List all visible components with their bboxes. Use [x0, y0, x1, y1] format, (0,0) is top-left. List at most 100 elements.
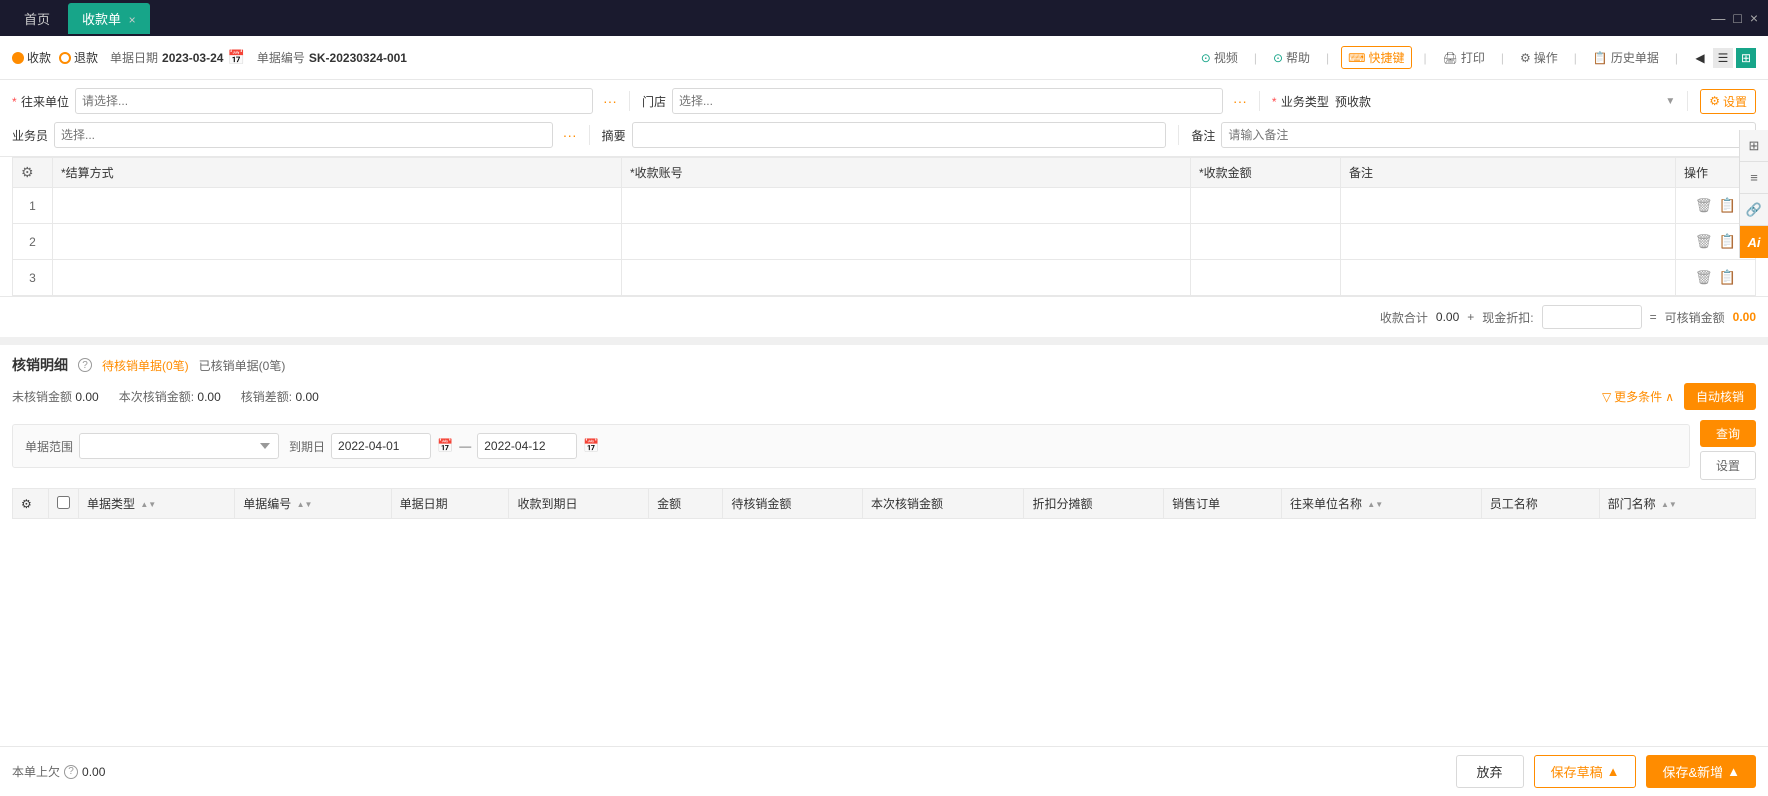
row-account-3[interactable]	[622, 260, 1191, 296]
print-btn[interactable]: 🖨 打印	[1439, 47, 1489, 68]
row-delete-icon-3[interactable]: 🗑	[1695, 269, 1713, 286]
right-panel-list-icon[interactable]: ≡	[1740, 162, 1768, 194]
bottom-table-container[interactable]: ⚙ 单据类型 ▲▼ 单据编号 ▲▼	[12, 488, 1756, 736]
th-settings[interactable]: ⚙	[13, 158, 53, 188]
salesperson-input[interactable]	[54, 122, 553, 148]
right-panel-ai-icon[interactable]: Ai	[1740, 226, 1768, 258]
footer: 本单上欠 ? 0.00 放弃 保存草稿 ▲ 保存&新增 ▲	[0, 746, 1768, 796]
form-fields: * 往来单位 ··· 门店 ··· * 业务类型 预收款 ▼	[0, 80, 1768, 157]
settings-btn[interactable]: ⚙ 设置	[1700, 89, 1756, 114]
discard-btn[interactable]: 放弃	[1456, 755, 1524, 788]
layout-list-icon[interactable]: ☰	[1713, 48, 1733, 68]
save-draft-btn[interactable]: 保存草稿 ▲	[1534, 755, 1637, 788]
row-account-1[interactable]	[622, 188, 1191, 224]
row-delete-icon-2[interactable]: 🗑	[1695, 233, 1713, 250]
history-icon: 📋	[1593, 51, 1608, 65]
row-payment-method-3[interactable]	[53, 260, 622, 296]
date-end-input[interactable]	[477, 433, 577, 459]
nav-tab-receipt[interactable]: 收款单 ×	[68, 3, 150, 34]
completed-tab[interactable]: 已核销单据(0笔)	[199, 357, 286, 374]
doc-type-sort-icon[interactable]: ▲▼	[140, 501, 156, 509]
refund-radio[interactable]: 退款	[59, 49, 98, 66]
query-btn[interactable]: 查询	[1700, 420, 1756, 447]
more-conditions-btn[interactable]: ▽ 更多条件 ∧	[1602, 388, 1674, 405]
salesperson-more-icon[interactable]: ···	[563, 127, 577, 143]
row-account-2[interactable]	[622, 224, 1191, 260]
range-select[interactable]	[79, 433, 279, 459]
receipt-radio[interactable]: 收款	[12, 49, 51, 66]
doc-number-sort-icon[interactable]: ▲▼	[297, 501, 313, 509]
history-btn[interactable]: 📋 历史单据	[1589, 47, 1663, 68]
row-num-1: 1	[13, 188, 53, 224]
summary-field: 摘要	[602, 122, 1167, 148]
footer-info: 本单上欠 ? 0.00	[12, 763, 105, 780]
pending-tab[interactable]: 待核销单据(0笔)	[102, 357, 189, 374]
row-payment-method-2[interactable]	[53, 224, 622, 260]
end-calendar-icon[interactable]: 📅	[583, 438, 599, 454]
filter-settings-btn[interactable]: 设置	[1700, 451, 1756, 480]
operation-btn[interactable]: ⚙ 操作	[1516, 47, 1562, 68]
dept-sort-icon[interactable]: ▲▼	[1661, 501, 1677, 509]
row-copy-icon-1[interactable]: 📋	[1719, 197, 1736, 214]
table-header-row: ⚙ *结算方式 *收款账号 *收款金额 备注 操作	[13, 158, 1756, 188]
summary-input[interactable]	[632, 122, 1167, 148]
row-action-3: 🗑 📋	[1676, 260, 1756, 296]
bth-doc-number: 单据编号 ▲▼	[235, 489, 391, 519]
row-delete-icon-1[interactable]: 🗑	[1695, 197, 1713, 214]
counterparty-more-icon[interactable]: ···	[603, 93, 617, 109]
store-more-icon[interactable]: ···	[1233, 93, 1247, 109]
row-copy-icon-3[interactable]: 📋	[1719, 269, 1736, 286]
section-info-icon[interactable]: ?	[78, 358, 92, 372]
bth-doc-date: 单据日期	[391, 489, 509, 519]
auto-verify-btn[interactable]: 自动核销	[1684, 383, 1756, 410]
row-copy-icon-2[interactable]: 📋	[1719, 233, 1736, 250]
nav-tab-home[interactable]: 首页	[10, 3, 64, 34]
bth-current-verify: 本次核销金额	[863, 489, 1024, 519]
draft-arrow-icon: ▲	[1607, 764, 1620, 779]
save-new-btn[interactable]: 保存&新增 ▲	[1646, 755, 1756, 788]
table-row: 3 🗑 📋	[13, 260, 1756, 296]
row-amount-2[interactable]	[1191, 224, 1341, 260]
counterparty-input[interactable]	[75, 88, 593, 114]
layout-grid-icon[interactable]: ⊞	[1736, 48, 1756, 68]
row-remark-2[interactable]	[1341, 224, 1676, 260]
toolbar-right: ⊙ 视频 | ⊙ 帮助 | ⌨ 快捷键 | 🖨 打印 | ⚙ 操作	[1197, 46, 1756, 69]
start-calendar-icon[interactable]: 📅	[437, 438, 453, 454]
counterparty-sort-icon[interactable]: ▲▼	[1367, 501, 1383, 509]
bth-sales-order: 销售订单	[1164, 489, 1282, 519]
row-remark-3[interactable]	[1341, 260, 1676, 296]
remark-field: 备注	[1191, 122, 1756, 148]
window-min-btn[interactable]: —	[1711, 10, 1725, 26]
chevron-icon: ∧	[1665, 390, 1674, 404]
th-payment-method: *结算方式	[53, 158, 622, 188]
bth-settings[interactable]: ⚙	[13, 489, 49, 519]
store-input[interactable]	[672, 88, 1223, 114]
row-payment-method-1[interactable]	[53, 188, 622, 224]
window-close-btn[interactable]: ×	[1750, 10, 1758, 26]
number-field: 单据编号 SK-20230324-001	[257, 49, 407, 66]
row-remark-1[interactable]	[1341, 188, 1676, 224]
calendar-icon[interactable]: 📅	[227, 49, 244, 66]
remark-input[interactable]	[1221, 122, 1756, 148]
discount-input[interactable]	[1542, 305, 1642, 329]
row-amount-1[interactable]	[1191, 188, 1341, 224]
right-panel-table-icon[interactable]: ⊞	[1740, 130, 1768, 162]
stats-row: 未核销金额 0.00 本次核销金额: 0.00 核销差额: 0.00 ▽ 更多条…	[12, 383, 1756, 410]
bottom-gear-icon[interactable]: ⚙	[21, 497, 32, 511]
select-all-checkbox[interactable]	[57, 496, 70, 509]
row-amount-3[interactable]	[1191, 260, 1341, 296]
table-gear-icon[interactable]: ⚙	[21, 164, 34, 180]
window-max-btn[interactable]: □	[1733, 10, 1741, 26]
bth-discount: 折扣分摊额	[1024, 489, 1164, 519]
filter-actions: 查询 设置	[1700, 420, 1756, 480]
help-btn[interactable]: ⊙ 帮助	[1269, 47, 1314, 68]
business-type-arrow[interactable]: ▼	[1665, 96, 1675, 107]
right-panel-attachment-icon[interactable]: 🔗	[1740, 194, 1768, 226]
footer-info-icon[interactable]: ?	[64, 765, 78, 779]
layout-prev-icon[interactable]: ◀	[1690, 48, 1710, 68]
shortcut-btn[interactable]: ⌨ 快捷键	[1341, 46, 1411, 69]
filter-row: 单据范围 到期日 📅 — 📅	[12, 424, 1690, 468]
date-start-input[interactable]	[331, 433, 431, 459]
video-btn[interactable]: ⊙ 视频	[1197, 47, 1242, 68]
tab-close-icon[interactable]: ×	[129, 13, 136, 27]
